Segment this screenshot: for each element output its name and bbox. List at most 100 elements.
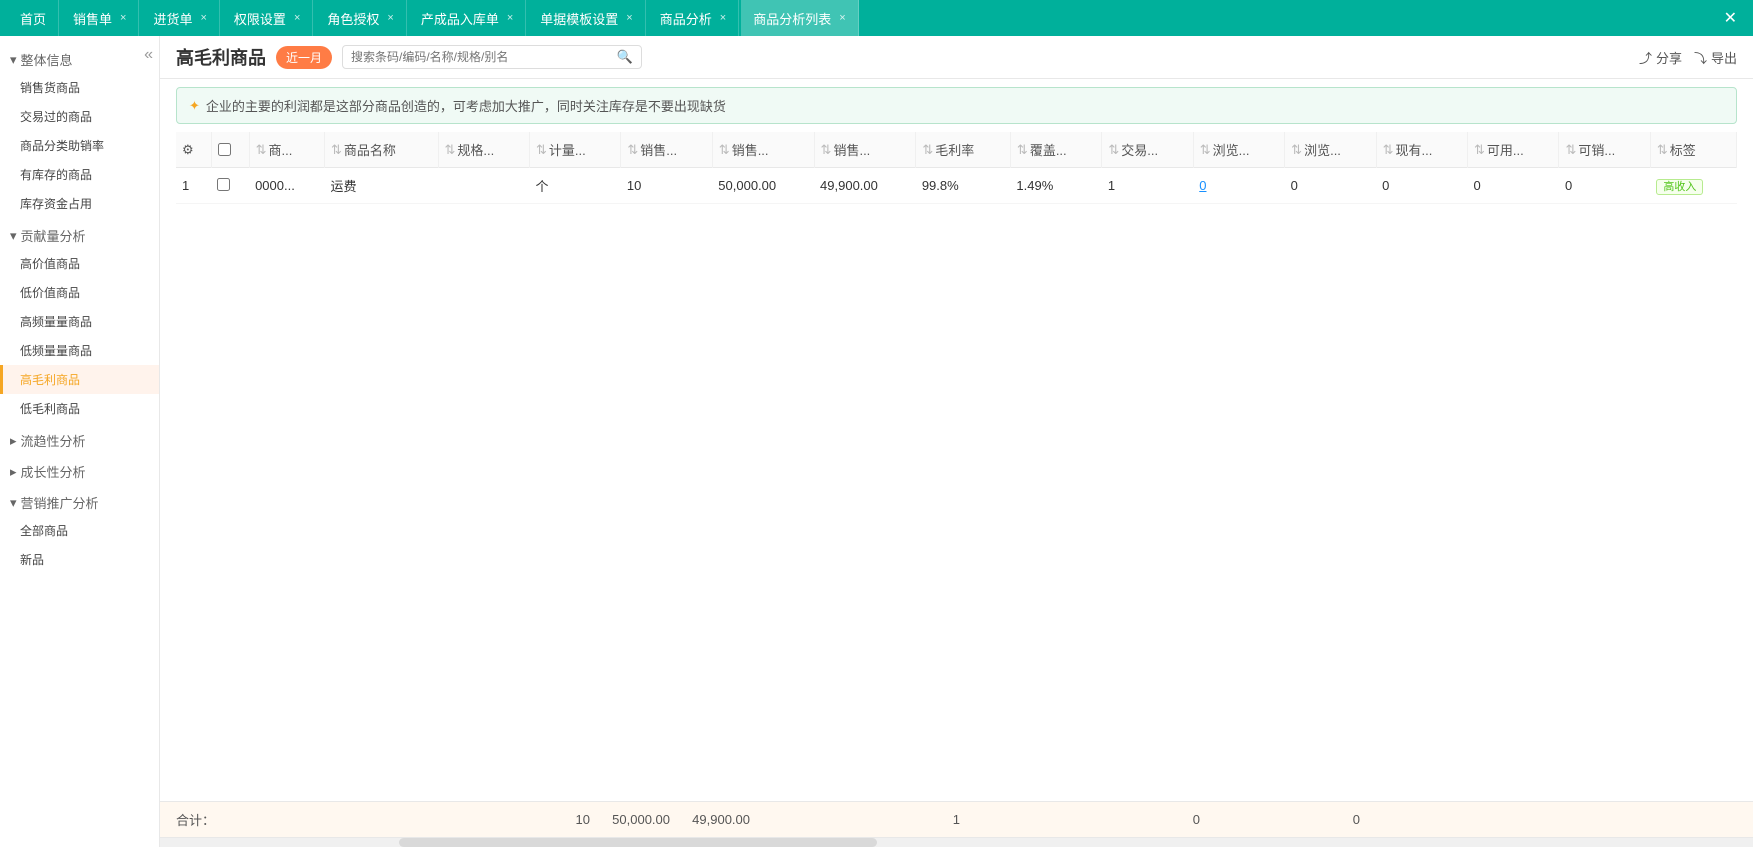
close-tab-permissions[interactable]: × <box>294 12 300 24</box>
col-header-sales-qty[interactable]: ⇅销售... <box>621 132 712 168</box>
sidebar-item-low-value[interactable]: 低价值商品 <box>0 278 159 307</box>
close-all-button[interactable]: ✕ <box>1716 8 1745 28</box>
section-label-trend-analysis: 流趋性分析 <box>21 431 86 450</box>
row-name: 运费 <box>324 168 438 204</box>
nav-tab-home[interactable]: 首页 <box>8 0 59 36</box>
sidebar-item-low-margin[interactable]: 低毛利商品 <box>0 394 159 423</box>
row-tag-cell: 高收入 <box>1650 168 1736 204</box>
sidebar-section-profit-analysis[interactable]: ▾贡献量分析 <box>0 218 159 249</box>
col-header-saleable[interactable]: ⇅可销... <box>1559 132 1650 168</box>
close-tab-product-analysis-list[interactable]: × <box>839 12 845 24</box>
sidebar-item-analysis-helper[interactable]: 商品分类助销率 <box>0 131 159 160</box>
alert-text: 企业的主要的利润都是这部分商品创造的，可考虑加大推广，同时关注库存是不要出现缺货 <box>206 96 726 115</box>
scrollbar-thumb[interactable] <box>399 838 877 847</box>
sidebar-item-in-stock[interactable]: 有库存的商品 <box>0 160 159 189</box>
top-nav: 首页销售单×进货单×权限设置×角色授权×产成品入库单×单据模板设置×商品分析×商… <box>0 0 1753 36</box>
section-label-profit-analysis: 贡献量分析 <box>21 226 86 245</box>
nav-tab-product-entry[interactable]: 产成品入库单× <box>409 0 526 36</box>
col-header-checkbox[interactable] <box>211 132 249 168</box>
export-button[interactable]: ⤵ 导出 <box>1694 48 1737 67</box>
nav-tab-permissions[interactable]: 权限设置× <box>222 0 313 36</box>
sidebar-item-high-freq[interactable]: 高频量量商品 <box>0 307 159 336</box>
footer-label: 合计： <box>176 810 236 829</box>
sidebar-item-capital-occupation[interactable]: 库存资金占用 <box>0 189 159 218</box>
table-header-row: ⚙⇅商...⇅商品名称⇅规格...⇅计量...⇅销售...⇅销售...⇅销售..… <box>176 132 1737 168</box>
col-header-settings[interactable]: ⚙ <box>176 132 211 168</box>
sidebar-item-traded-goods[interactable]: 交易过的商品 <box>0 102 159 131</box>
row-num: 1 <box>176 168 211 204</box>
close-tab-sales-order[interactable]: × <box>120 12 126 24</box>
data-table: ⚙⇅商...⇅商品名称⇅规格...⇅计量...⇅销售...⇅销售...⇅销售..… <box>176 132 1737 204</box>
footer-current-stock: 0 <box>1126 812 1206 827</box>
row-current-stock: 0 <box>1376 168 1467 204</box>
export-icon: ⤵ <box>1694 48 1707 67</box>
col-header-sales-cost[interactable]: ⇅销售... <box>814 132 916 168</box>
filter-recent-month-button[interactable]: 近一月 <box>276 46 332 69</box>
nav-tab-product-analysis-list[interactable]: 商品分析列表× <box>741 0 858 36</box>
sidebar-item-low-freq[interactable]: 低频量量商品 <box>0 336 159 365</box>
sidebar-item-high-margin[interactable]: 高毛利商品 <box>0 365 159 394</box>
sidebar-section-growth-analysis[interactable]: ▸成长性分析 <box>0 454 159 485</box>
sidebar-section-marketing-analysis[interactable]: ▾营销推广分析 <box>0 485 159 516</box>
sidebar-item-high-value[interactable]: 高价值商品 <box>0 249 159 278</box>
col-header-unit[interactable]: ⇅计量... <box>529 132 620 168</box>
main-layout: « ▾整体信息销售货商品交易过的商品商品分类助销率有库存的商品库存资金占用▾贡献… <box>0 36 1753 847</box>
sidebar-item-all-goods[interactable]: 全部商品 <box>0 516 159 545</box>
alert-icon: ✦ <box>189 98 200 114</box>
row-checkbox[interactable] <box>217 178 230 191</box>
col-header-spec[interactable]: ⇅规格... <box>438 132 529 168</box>
col-header-available[interactable]: ⇅可用... <box>1468 132 1559 168</box>
nav-tab-roles[interactable]: 角色授权× <box>315 0 406 36</box>
col-header-browse2[interactable]: ⇅浏览... <box>1285 132 1376 168</box>
sidebar-item-sales-goods[interactable]: 销售货商品 <box>0 73 159 102</box>
search-input[interactable] <box>351 50 611 64</box>
section-arrow-profit-analysis: ▾ <box>10 228 17 244</box>
sidebar-section-trend-analysis[interactable]: ▸流趋性分析 <box>0 423 159 454</box>
section-arrow-overall-info: ▾ <box>10 52 17 68</box>
sidebar-collapse-button[interactable]: « <box>144 46 153 64</box>
sidebar-item-new-goods[interactable]: 新品 <box>0 545 159 574</box>
row-browse2: 0 <box>1285 168 1376 204</box>
col-header-name[interactable]: ⇅商品名称 <box>324 132 438 168</box>
close-tab-product-entry[interactable]: × <box>507 12 513 24</box>
content-area: 高毛利商品 近一月 🔍 ⤴ 分享 ⤵ 导出 ✦ 企业的主要的利润都是这部分商品创… <box>160 36 1753 847</box>
nav-tab-product-analysis[interactable]: 商品分析× <box>648 0 739 36</box>
search-box: 🔍 <box>342 45 642 69</box>
select-all-checkbox[interactable] <box>218 143 231 156</box>
nav-tab-purchase[interactable]: 进货单× <box>141 0 219 36</box>
footer-sales-cost: 49,900.00 <box>676 812 756 827</box>
row-checkbox-cell <box>211 168 249 204</box>
row-code: 0000... <box>249 168 324 204</box>
close-tab-purchase[interactable]: × <box>200 12 206 24</box>
close-tab-template[interactable]: × <box>626 12 632 24</box>
col-header-tag[interactable]: ⇅标签 <box>1650 132 1736 168</box>
sidebar-section-overall-info[interactable]: ▾整体信息 <box>0 42 159 73</box>
share-button[interactable]: ⤴ 分享 <box>1639 48 1682 67</box>
row-margin-rate: 99.8% <box>916 168 1011 204</box>
row-browse1: 0 <box>1193 168 1284 204</box>
table-row: 10000...运费个1050,000.0049,900.0099.8%1.49… <box>176 168 1737 204</box>
col-header-coverage[interactable]: ⇅覆盖... <box>1010 132 1101 168</box>
sidebar: « ▾整体信息销售货商品交易过的商品商品分类助销率有库存的商品库存资金占用▾贡献… <box>0 36 160 847</box>
row-tag: 高收入 <box>1656 179 1703 195</box>
nav-tab-template[interactable]: 单据模板设置× <box>528 0 645 36</box>
section-label-growth-analysis: 成长性分析 <box>21 462 86 481</box>
section-label-overall-info: 整体信息 <box>21 50 73 69</box>
col-header-sales-amount[interactable]: ⇅销售... <box>712 132 814 168</box>
col-header-code[interactable]: ⇅商... <box>249 132 324 168</box>
col-header-browse1[interactable]: ⇅浏览... <box>1193 132 1284 168</box>
col-header-current-stock[interactable]: ⇅现有... <box>1376 132 1467 168</box>
search-icon[interactable]: 🔍 <box>617 49 633 65</box>
col-header-trade[interactable]: ⇅交易... <box>1102 132 1193 168</box>
close-tab-product-analysis[interactable]: × <box>720 12 726 24</box>
browse1-link[interactable]: 0 <box>1199 178 1206 193</box>
row-sales-amount: 50,000.00 <box>712 168 814 204</box>
bottom-scrollbar[interactable] <box>160 837 1753 847</box>
col-header-margin-rate[interactable]: ⇅毛利率 <box>916 132 1011 168</box>
close-tab-roles[interactable]: × <box>387 12 393 24</box>
row-spec <box>438 168 529 204</box>
content-header: 高毛利商品 近一月 🔍 ⤴ 分享 ⤵ 导出 <box>160 36 1753 79</box>
section-arrow-growth-analysis: ▸ <box>10 464 17 480</box>
row-sales-cost: 49,900.00 <box>814 168 916 204</box>
nav-tab-sales-order[interactable]: 销售单× <box>61 0 139 36</box>
